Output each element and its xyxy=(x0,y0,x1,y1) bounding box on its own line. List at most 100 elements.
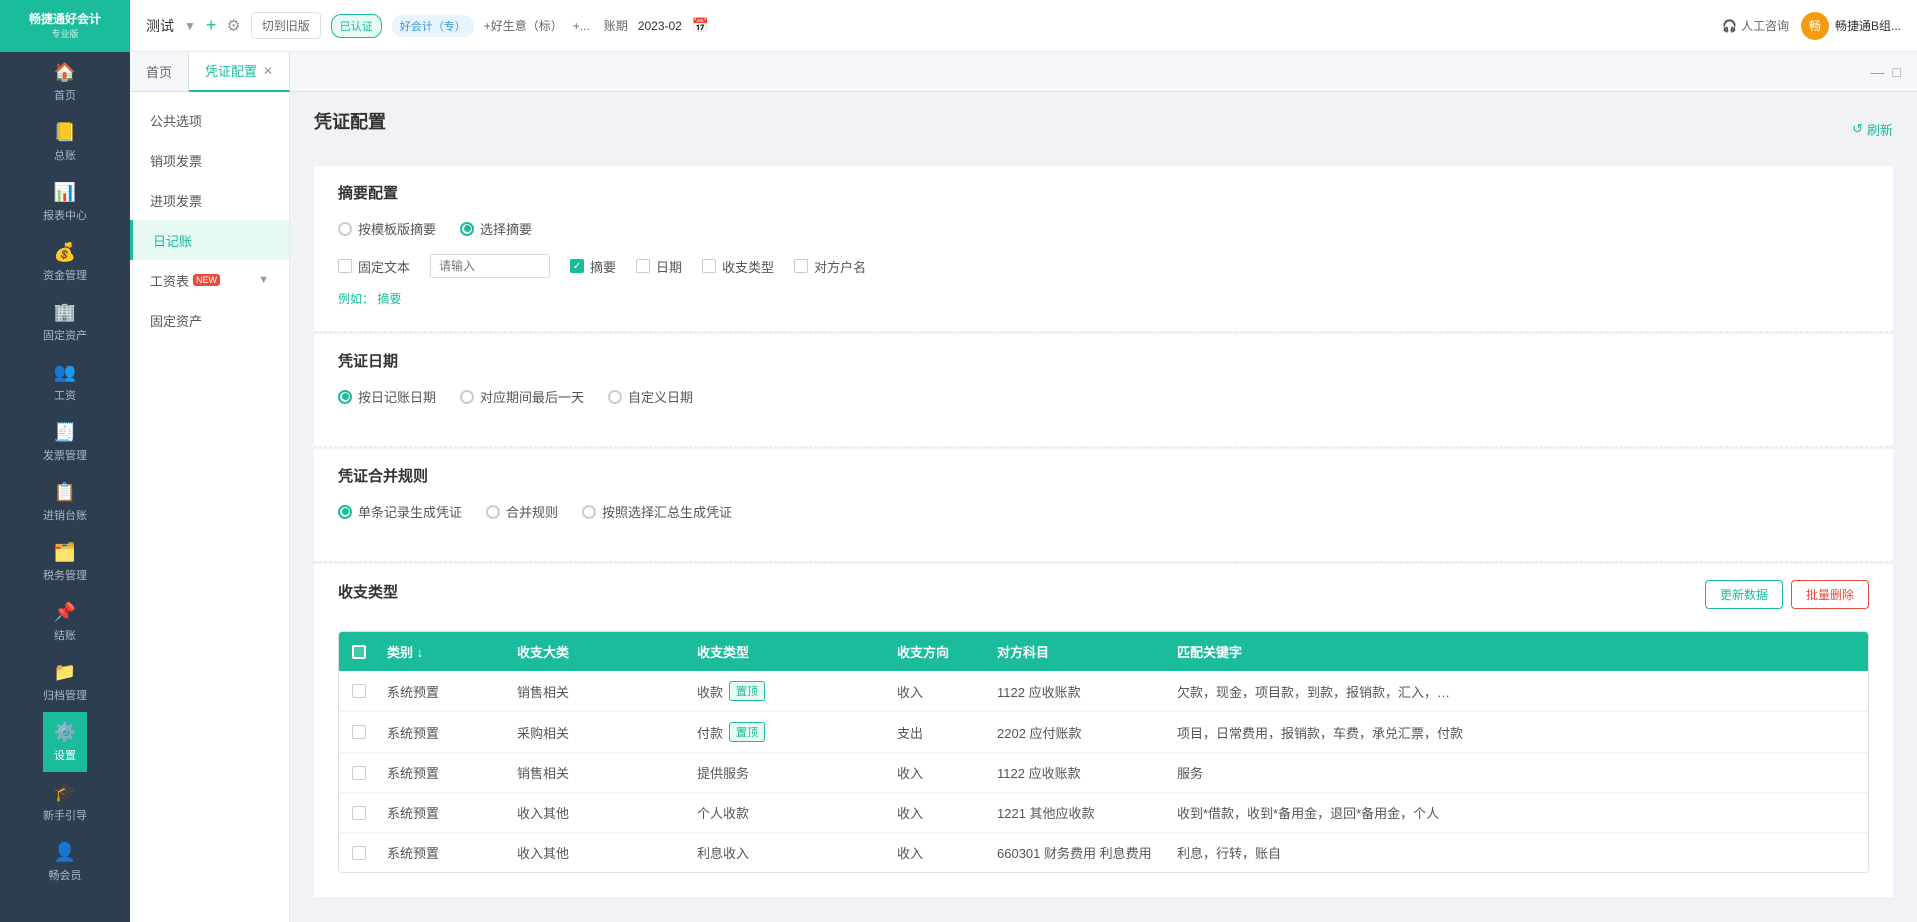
checkbox-fixed-text-label: 固定文本 xyxy=(358,257,410,276)
fixed-text-input[interactable] xyxy=(430,254,550,278)
left-nav-items: 公共选项销项发票进项发票日记账工资表NEW▼固定资产 xyxy=(130,100,289,340)
sidebar-item-税务管理[interactable]: 🗂️ 税务管理 xyxy=(43,532,87,592)
certified-tag: 已认证 xyxy=(331,14,382,38)
row-checkbox-4[interactable] xyxy=(352,846,366,860)
refresh-icon: ↺ xyxy=(1852,121,1863,137)
sidebar-icon-1: 📒 xyxy=(54,122,76,143)
product-tag2: +好生意（标） xyxy=(484,17,563,34)
switch-old-version-button[interactable]: 切到旧版 xyxy=(251,12,321,39)
topbar-add-icon[interactable]: + xyxy=(206,15,217,36)
row-type-0: 收款 置顶 xyxy=(689,671,889,711)
content-area: 公共选项销项发票进项发票日记账工资表NEW▼固定资产 凭证配置 ↺ 刷新 摘要配… xyxy=(130,92,1917,922)
tab-bar: 首页 凭证配置 ✕ — □ xyxy=(130,52,1917,92)
headset-icon: 🎧 xyxy=(1722,19,1737,33)
sidebar-label-4: 固定资产 xyxy=(43,327,87,343)
row-category-1: 系统预置 xyxy=(379,713,509,752)
service-button[interactable]: 🎧 人工咨询 xyxy=(1722,17,1789,34)
select-all-checkbox[interactable] xyxy=(352,645,366,659)
row-keyword-2: 服务 xyxy=(1169,753,1868,792)
row-checkbox-2[interactable] xyxy=(352,766,366,780)
row-checkbox-3[interactable] xyxy=(352,806,366,820)
sidebar: 畅捷通好会计 专业版 🏠 首页 📒 总账 📊 报表中心 💰 资金管理 🏢 固定资… xyxy=(0,0,130,922)
row-category-2: 系统预置 xyxy=(379,753,509,792)
tab-home[interactable]: 首页 xyxy=(130,52,189,92)
radio-merge-rule[interactable]: 合并规则 xyxy=(486,502,558,521)
refresh-button[interactable]: ↺ 刷新 xyxy=(1852,120,1893,139)
window-minimize-icon[interactable]: — xyxy=(1871,64,1885,80)
income-type-content: 收支类型 更新数据 批量删除 类别 ↓ 收支大 xyxy=(314,564,1893,897)
summary-example: 例如： 摘要 xyxy=(338,290,1869,307)
radio-custom-date-circle xyxy=(608,390,622,404)
left-nav-item-3[interactable]: 日记账 xyxy=(130,220,289,260)
radio-label-select: 选择摘要 xyxy=(480,219,532,238)
sidebar-item-设置[interactable]: ⚙️ 设置 xyxy=(43,712,87,772)
sidebar-item-畅会员[interactable]: 👤 畅会员 xyxy=(43,832,87,892)
sidebar-item-总账[interactable]: 📒 总账 xyxy=(43,112,87,172)
left-nav-item-2[interactable]: 进项发票 xyxy=(130,180,289,220)
checkbox-summary[interactable]: ✓ 摘要 xyxy=(570,257,616,276)
radio-single-record[interactable]: 单条记录生成凭证 xyxy=(338,502,462,521)
checkbox-summary-box: ✓ xyxy=(570,259,584,273)
window-maximize-icon[interactable]: □ xyxy=(1893,64,1901,80)
page-title: 凭证配置 xyxy=(314,108,386,134)
row-check-1[interactable] xyxy=(339,715,379,749)
left-nav-item-0[interactable]: 公共选项 xyxy=(130,100,289,140)
row-check-4[interactable] xyxy=(339,836,379,870)
row-check-3[interactable] xyxy=(339,796,379,830)
radio-template-summary[interactable]: 按模板版摘要 xyxy=(338,219,436,238)
table-row: 系统预置 收入其他 个人收款 收入 1221 其他应收款 收到*借款，收到*备用… xyxy=(339,793,1868,833)
checkbox-date[interactable]: 日期 xyxy=(636,257,682,276)
sidebar-item-首页[interactable]: 🏠 首页 xyxy=(43,52,87,112)
sidebar-label-6: 发票管理 xyxy=(43,447,87,463)
sidebar-item-资金管理[interactable]: 💰 资金管理 xyxy=(43,232,87,292)
calendar-icon[interactable]: 📅 xyxy=(692,17,709,34)
left-nav-item-4[interactable]: 工资表NEW▼ xyxy=(130,260,289,300)
checkbox-income-type[interactable]: 收支类型 xyxy=(702,257,774,276)
topbar-arrow-icon: ▼ xyxy=(184,19,196,33)
row-check-0[interactable] xyxy=(339,674,379,708)
user-menu[interactable]: 畅 畅捷通B组... xyxy=(1801,12,1901,40)
radio-summary-generate-circle xyxy=(582,505,596,519)
th-check[interactable] xyxy=(339,635,379,669)
reset-tag-1[interactable]: 置顶 xyxy=(729,722,765,742)
sidebar-item-工资[interactable]: 👥 工资 xyxy=(43,352,87,412)
checkbox-counterpart-name[interactable]: 对方户名 xyxy=(794,257,866,276)
row-checkbox-0[interactable] xyxy=(352,684,366,698)
left-nav-label-1: 销项发票 xyxy=(150,151,202,170)
radio-label-template: 按模板版摘要 xyxy=(358,219,436,238)
update-data-button[interactable]: 更新数据 xyxy=(1705,580,1783,609)
sidebar-item-发票管理[interactable]: 🧾 发票管理 xyxy=(43,412,87,472)
sidebar-item-进销台账[interactable]: 📋 进销台账 xyxy=(43,472,87,532)
sidebar-item-结账[interactable]: 📌 结账 xyxy=(43,592,87,652)
merge-section: 凭证合并规则 单条记录生成凭证 合并规则 按照选择汇总生成凭证 xyxy=(314,449,1893,562)
reset-tag-0[interactable]: 置顶 xyxy=(729,681,765,701)
sidebar-item-新手引导[interactable]: 🎓 新手引导 xyxy=(43,772,87,832)
radio-period-last-day-circle xyxy=(460,390,474,404)
summary-content: 摘要配置 按模板版摘要 选择摘要 xyxy=(314,166,1893,331)
left-nav-item-1[interactable]: 销项发票 xyxy=(130,140,289,180)
service-label: 人工咨询 xyxy=(1741,17,1789,34)
radio-summary-generate[interactable]: 按照选择汇总生成凭证 xyxy=(582,502,732,521)
app-edition: 专业版 xyxy=(51,27,78,40)
sidebar-item-归档管理[interactable]: 📁 归档管理 xyxy=(43,652,87,712)
tab-voucher-config[interactable]: 凭证配置 ✕ xyxy=(189,52,290,92)
row-check-2[interactable] xyxy=(339,756,379,790)
sidebar-icon-11: ⚙️ xyxy=(54,722,76,743)
batch-delete-button[interactable]: 批量删除 xyxy=(1791,580,1869,609)
radio-custom-date[interactable]: 自定义日期 xyxy=(608,387,693,406)
left-nav-item-5[interactable]: 固定资产 xyxy=(130,300,289,340)
row-checkbox-1[interactable] xyxy=(352,725,366,739)
topbar: 测试 ▼ + ⚙ 切到旧版 已认证 好会计（专） +好生意（标） +... 账期… xyxy=(130,0,1917,52)
tab-close-icon[interactable]: ✕ xyxy=(263,64,273,78)
topbar-gear-icon[interactable]: ⚙ xyxy=(226,16,240,36)
row-type-1: 付款 置顶 xyxy=(689,712,889,752)
sidebar-item-报表中心[interactable]: 📊 报表中心 xyxy=(43,172,87,232)
th-major: 收支大类 xyxy=(509,632,689,671)
sidebar-item-固定资产[interactable]: 🏢 固定资产 xyxy=(43,292,87,352)
radio-journal-date[interactable]: 按日记账日期 xyxy=(338,387,436,406)
checkbox-fixed-text[interactable]: 固定文本 xyxy=(338,257,410,276)
row-direction-2: 收入 xyxy=(889,753,989,792)
radio-select-summary[interactable]: 选择摘要 xyxy=(460,219,532,238)
radio-period-last-day[interactable]: 对应期间最后一天 xyxy=(460,387,584,406)
app-logo[interactable]: 畅捷通好会计 专业版 xyxy=(0,0,130,52)
